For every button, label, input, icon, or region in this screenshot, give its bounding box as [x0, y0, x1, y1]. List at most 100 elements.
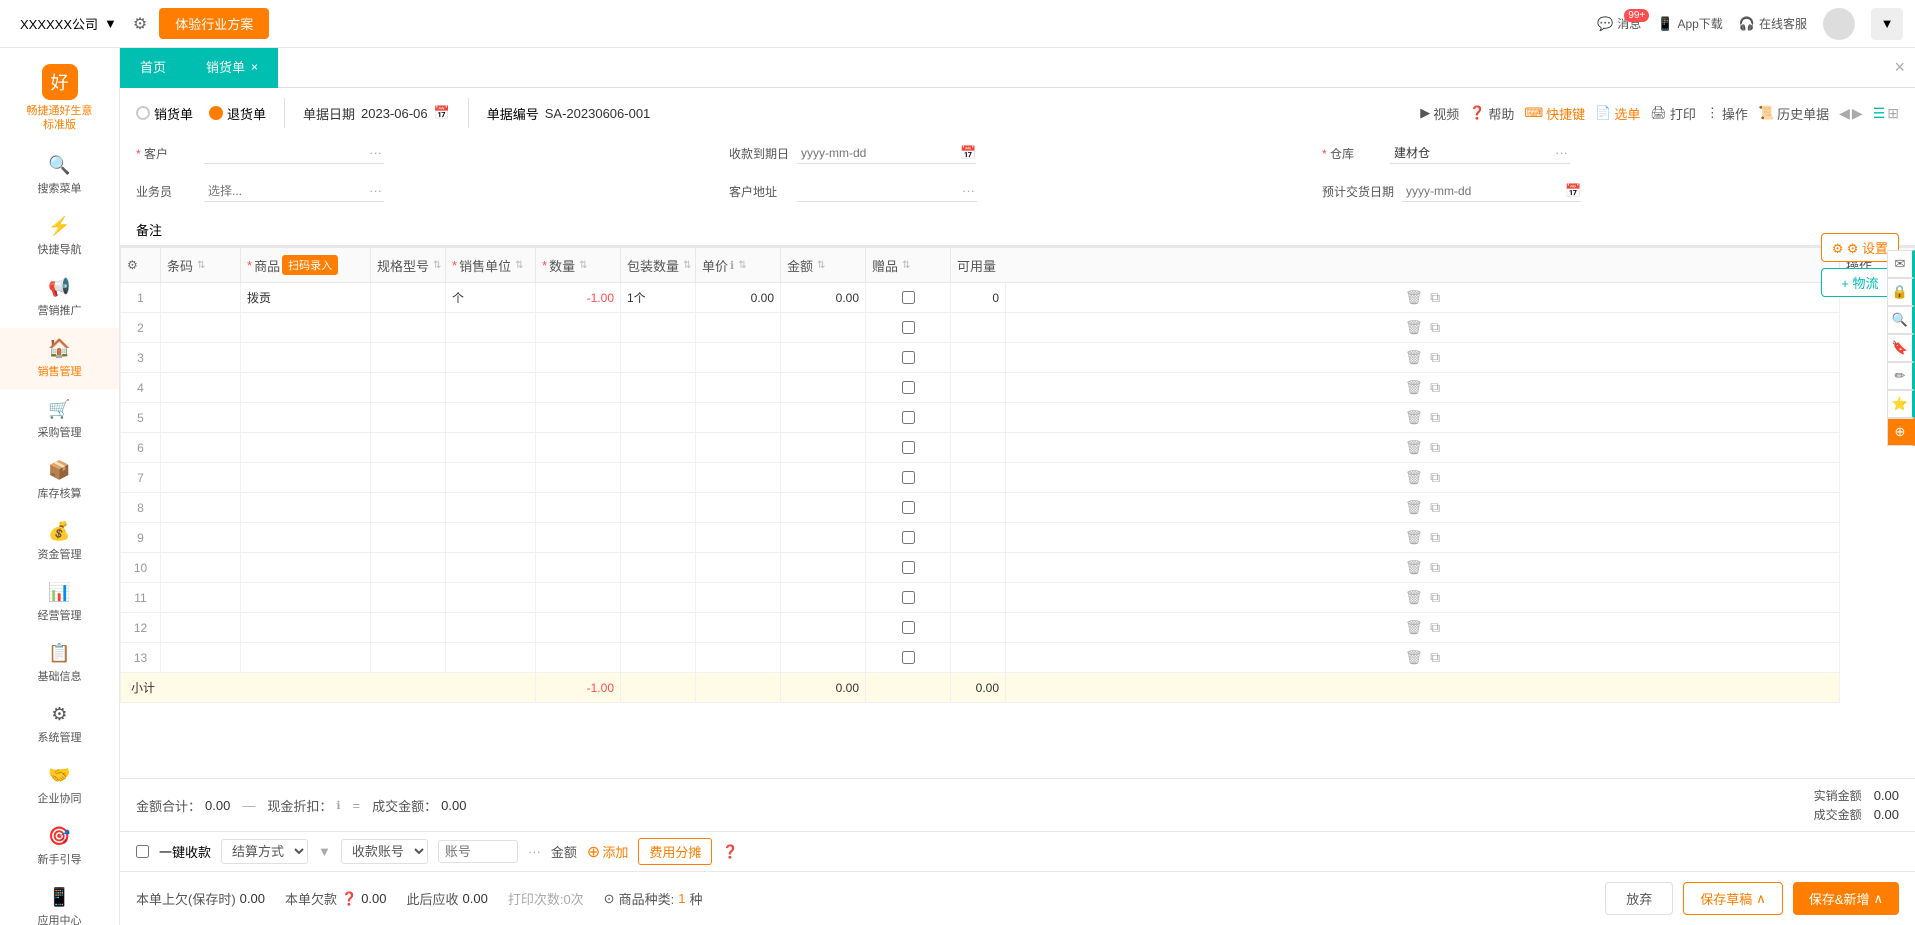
notification-item[interactable]: 💬 消息 99+ [1597, 15, 1641, 32]
rfp-btn-6[interactable]: ⭐ [1887, 390, 1915, 418]
spec-sort-icon[interactable]: ⇅ [433, 260, 441, 271]
salesperson-input[interactable] [204, 181, 367, 201]
cell-barcode-2[interactable] [161, 343, 241, 373]
tab-sale-order[interactable]: 销货单 × [186, 48, 278, 88]
avatar[interactable] [1823, 8, 1855, 40]
copy-icon-2[interactable]: ⧉ [1430, 349, 1440, 365]
gift-sort-icon[interactable]: ⇅ [902, 260, 910, 271]
rfp-btn-1[interactable]: ✉ [1887, 250, 1915, 278]
salesperson-dots-btn[interactable]: ··· [367, 183, 384, 198]
sidebar-item-finance[interactable]: 💰 资金管理 [0, 511, 119, 572]
help-btn[interactable]: ❓ 帮助 [1469, 104, 1514, 123]
rfp-btn-3[interactable]: 🔍 [1887, 306, 1915, 334]
sidebar-item-operations[interactable]: 📊 经营管理 [0, 572, 119, 633]
add-button[interactable]: ⊕ 添加 [587, 842, 628, 862]
cell-barcode-12[interactable] [161, 643, 241, 673]
cell-gift-5[interactable] [866, 433, 951, 463]
cell-qty-0[interactable]: -1.00 [536, 283, 621, 313]
cell-barcode-3[interactable] [161, 373, 241, 403]
cell-gift-7[interactable] [866, 493, 951, 523]
user-menu[interactable]: ▼ [1871, 8, 1903, 40]
copy-icon-5[interactable]: ⧉ [1430, 439, 1440, 455]
sidebar-item-purchase[interactable]: 🛒 采购管理 [0, 389, 119, 450]
cell-qty-2[interactable] [536, 343, 621, 373]
discard-button[interactable]: 放弃 [1605, 882, 1673, 915]
cell-gift-9[interactable] [866, 553, 951, 583]
trial-button[interactable]: 体验行业方案 [159, 8, 269, 39]
cell-spec-8[interactable] [371, 523, 446, 553]
cell-spec-5[interactable] [371, 433, 446, 463]
settle-method-select[interactable]: 结算方式 [221, 839, 308, 864]
delete-icon-3[interactable]: 🗑 [1405, 379, 1423, 395]
copy-icon-11[interactable]: ⧉ [1430, 619, 1440, 635]
cell-qty-1[interactable] [536, 313, 621, 343]
total-owe-question[interactable]: ❓ [341, 891, 357, 907]
account-input[interactable] [438, 840, 518, 863]
cell-qty-10[interactable] [536, 583, 621, 613]
cell-gift-1[interactable] [866, 313, 951, 343]
cell-spec-7[interactable] [371, 493, 446, 523]
cell-spec-6[interactable] [371, 463, 446, 493]
cell-gift-6[interactable] [866, 463, 951, 493]
goods-type-btn[interactable]: ⊙ 商品种类: 1 种 [604, 889, 703, 908]
notes-input[interactable] [170, 223, 1899, 237]
copy-icon-9[interactable]: ⧉ [1430, 559, 1440, 575]
one-click-pay-checkbox[interactable] [136, 845, 149, 858]
print-btn[interactable]: 🖨 打印 [1650, 104, 1696, 123]
cell-barcode-5[interactable] [161, 433, 241, 463]
next-arrow-icon[interactable]: ▶ [1852, 105, 1863, 122]
cell-gift-10[interactable] [866, 583, 951, 613]
sidebar-item-basic[interactable]: 📋 基础信息 [0, 633, 119, 694]
rfp-btn-7[interactable]: ⊕ [1887, 418, 1915, 446]
sidebar-item-search[interactable]: 🔍 搜索菜单 [0, 145, 119, 206]
delete-icon-9[interactable]: 🗑 [1405, 559, 1423, 575]
pkg-sort-icon[interactable]: ⇅ [683, 260, 691, 271]
rfp-btn-5[interactable]: ✏ [1887, 362, 1915, 390]
cell-barcode-11[interactable] [161, 613, 241, 643]
select-order-btn[interactable]: 📄 选单 [1595, 104, 1640, 123]
cell-gift-2[interactable] [866, 343, 951, 373]
cell-gift-4[interactable] [866, 403, 951, 433]
delete-icon-10[interactable]: 🗑 [1405, 589, 1423, 605]
cell-qty-11[interactable] [536, 613, 621, 643]
video-btn[interactable]: ▶ 视频 [1420, 104, 1459, 123]
cell-qty-12[interactable] [536, 643, 621, 673]
cell-qty-3[interactable] [536, 373, 621, 403]
copy-icon-1[interactable]: ⧉ [1430, 319, 1440, 335]
delete-icon-11[interactable]: 🗑 [1405, 619, 1423, 635]
cell-barcode-8[interactable] [161, 523, 241, 553]
cell-gift-0[interactable] [866, 283, 951, 313]
cell-spec-11[interactable] [371, 613, 446, 643]
settings-icon[interactable]: ⚙ [133, 14, 147, 34]
sidebar-item-guide[interactable]: 🎯 新手引导 [0, 816, 119, 877]
cell-spec-0[interactable] [371, 283, 446, 313]
shortcut-btn[interactable]: ⌨ 快捷键 [1524, 104, 1585, 123]
delete-icon-12[interactable]: 🗑 [1405, 649, 1423, 665]
unit-sort-icon[interactable]: ⇅ [515, 260, 523, 271]
sidebar-item-apps[interactable]: 📱 应用中心 [0, 877, 119, 925]
save-new-button[interactable]: 保存&新增 ∧ [1793, 882, 1899, 915]
cell-spec-12[interactable] [371, 643, 446, 673]
cell-gift-11[interactable] [866, 613, 951, 643]
customer-dots-btn[interactable]: ··· [367, 145, 384, 160]
save-draft-button[interactable]: 保存草稿 ∧ [1683, 882, 1783, 915]
cell-barcode-6[interactable] [161, 463, 241, 493]
payment-date-input[interactable] [797, 143, 960, 163]
sidebar-item-system[interactable]: ⚙ 系统管理 [0, 694, 119, 755]
cell-spec-3[interactable] [371, 373, 446, 403]
delete-icon-2[interactable]: 🗑 [1405, 349, 1423, 365]
cell-barcode-1[interactable] [161, 313, 241, 343]
cell-qty-5[interactable] [536, 433, 621, 463]
app-download-item[interactable]: 📱 App下载 [1657, 15, 1723, 32]
list-view-icon[interactable]: ☰ [1873, 105, 1886, 122]
delete-icon-1[interactable]: 🗑 [1405, 319, 1423, 335]
discount-info-icon[interactable]: ℹ [336, 799, 340, 812]
cell-barcode-0[interactable] [161, 283, 241, 313]
cell-qty-7[interactable] [536, 493, 621, 523]
cell-barcode-9[interactable] [161, 553, 241, 583]
copy-icon-12[interactable]: ⧉ [1430, 649, 1440, 665]
delete-icon-8[interactable]: 🗑 [1405, 529, 1423, 545]
delete-icon-0[interactable]: 🗑 [1405, 289, 1423, 305]
cell-barcode-4[interactable] [161, 403, 241, 433]
sidebar-item-inventory[interactable]: 📦 库存核算 [0, 450, 119, 511]
